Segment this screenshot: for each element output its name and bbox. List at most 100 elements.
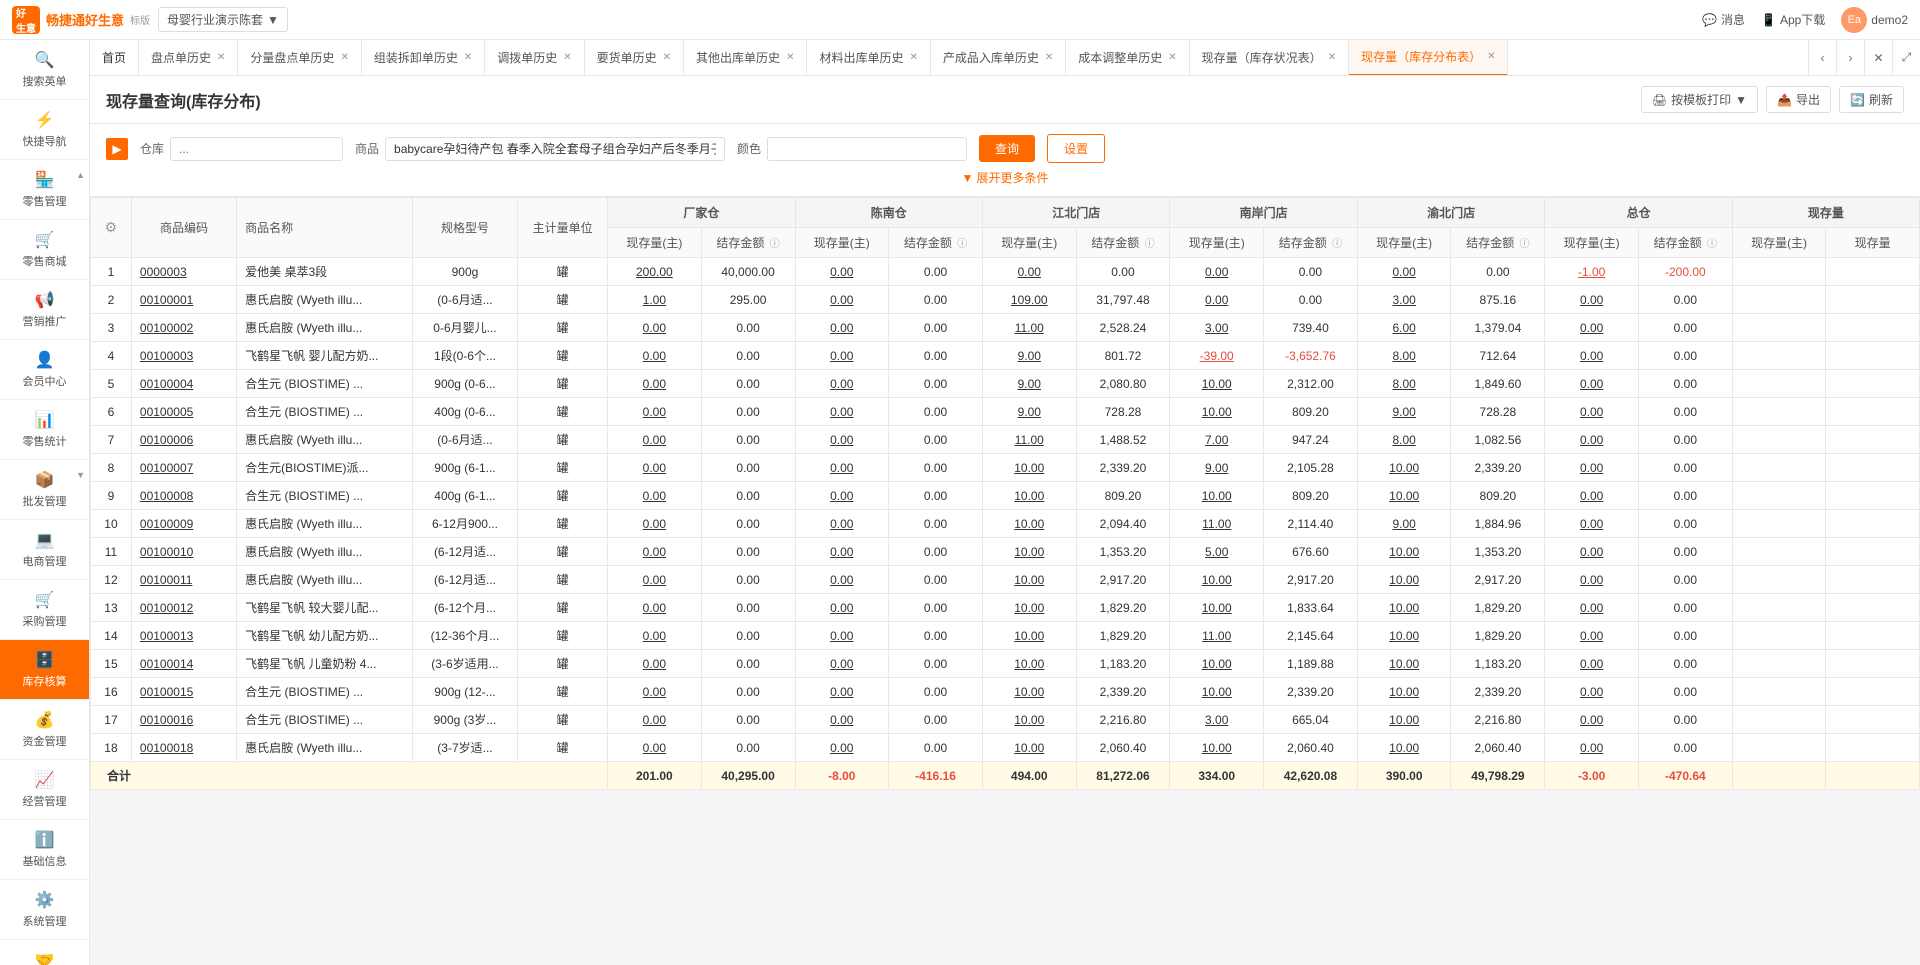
total-cur-link[interactable]: 0.00 — [1580, 657, 1603, 671]
chennan-cur-link[interactable]: 0.00 — [830, 265, 853, 279]
collapse-arrow[interactable]: ▶ — [106, 138, 128, 160]
info-icon-5[interactable]: ⓘ — [1520, 239, 1530, 250]
yuanbei-cur-link[interactable]: 8.00 — [1392, 377, 1415, 391]
product-input[interactable] — [385, 137, 725, 161]
chennan-cur-link[interactable]: 0.00 — [830, 321, 853, 335]
code-link[interactable]: 00100009 — [140, 517, 193, 531]
code-link[interactable]: 0000003 — [140, 265, 187, 279]
jiangbei-cur-link[interactable]: 10.00 — [1014, 657, 1044, 671]
tab-4-close[interactable]: ✕ — [563, 52, 571, 63]
nanyan-cur-link[interactable]: 10.00 — [1202, 741, 1232, 755]
total-cur-link[interactable]: 0.00 — [1580, 433, 1603, 447]
yuanbei-cur-link[interactable]: 10.00 — [1389, 601, 1419, 615]
factory-cur-link[interactable]: 0.00 — [643, 685, 666, 699]
yuanbei-cur-link[interactable]: 10.00 — [1389, 685, 1419, 699]
nanyan-cur-link[interactable]: 5.00 — [1205, 545, 1228, 559]
code-link[interactable]: 00100012 — [140, 601, 193, 615]
jiangbei-cur-link[interactable]: 0.00 — [1018, 265, 1041, 279]
tab-9-close[interactable]: ✕ — [1168, 52, 1176, 63]
code-link[interactable]: 00100014 — [140, 657, 193, 671]
app-download-btn[interactable]: 📱 App下载 — [1761, 11, 1825, 28]
nanyan-cur-link[interactable]: 3.00 — [1205, 713, 1228, 727]
code-link[interactable]: 00100002 — [140, 321, 193, 335]
code-link[interactable]: 00100010 — [140, 545, 193, 559]
code-link[interactable]: 00100007 — [140, 461, 193, 475]
chennan-cur-link[interactable]: 0.00 — [830, 657, 853, 671]
factory-cur-link[interactable]: 0.00 — [643, 517, 666, 531]
nanyan-cur-link[interactable]: 11.00 — [1202, 629, 1231, 643]
jiangbei-cur-link[interactable]: 11.00 — [1015, 433, 1044, 447]
yuanbei-cur-link[interactable]: 10.00 — [1389, 629, 1419, 643]
chennan-cur-link[interactable]: 0.00 — [830, 601, 853, 615]
factory-cur-link[interactable]: 0.00 — [643, 461, 666, 475]
tab-other-out[interactable]: 其他出库单历史 ✕ — [684, 40, 807, 76]
tab-5-close[interactable]: ✕ — [663, 52, 671, 63]
total-cur-link[interactable]: 0.00 — [1580, 349, 1603, 363]
jiangbei-cur-link[interactable]: 10.00 — [1014, 489, 1044, 503]
jiangbei-cur-link[interactable]: 9.00 — [1018, 349, 1041, 363]
total-cur-link[interactable]: 0.00 — [1580, 573, 1603, 587]
sidebar-item-management[interactable]: 📈 经营管理 — [0, 760, 89, 820]
info-icon-3[interactable]: ⓘ — [1145, 239, 1155, 250]
total-cur-link[interactable]: 0.00 — [1580, 685, 1603, 699]
code-link[interactable]: 00100011 — [140, 573, 193, 587]
chennan-cur-link[interactable]: 0.00 — [830, 433, 853, 447]
tab-inventory-check[interactable]: 盘点单历史 ✕ — [139, 40, 238, 76]
settings-btn[interactable]: 设置 — [1047, 134, 1105, 163]
nanyan-cur-link[interactable]: 0.00 — [1205, 265, 1228, 279]
yuanbei-cur-link[interactable]: 3.00 — [1392, 293, 1415, 307]
chennan-cur-link[interactable]: 0.00 — [830, 629, 853, 643]
tab-transfer[interactable]: 调拨单历史 ✕ — [485, 40, 584, 76]
factory-cur-link[interactable]: 0.00 — [643, 629, 666, 643]
factory-cur-link[interactable]: 0.00 — [643, 657, 666, 671]
total-cur-link[interactable]: 0.00 — [1580, 517, 1603, 531]
sidebar-item-ecommerce[interactable]: 💻 电商管理 — [0, 520, 89, 580]
tab-cost-adjust[interactable]: 成本调整单历史 ✕ — [1066, 40, 1189, 76]
chennan-cur-link[interactable]: 0.00 — [830, 741, 853, 755]
jiangbei-cur-link[interactable]: 10.00 — [1014, 601, 1044, 615]
sidebar-item-system[interactable]: ⚙️ 系统管理 — [0, 880, 89, 940]
tab-prev-btn[interactable]: ‹ — [1808, 40, 1836, 76]
yuanbei-cur-link[interactable]: 10.00 — [1389, 741, 1419, 755]
nanyan-cur-link[interactable]: 7.00 — [1205, 433, 1228, 447]
jiangbei-cur-link[interactable]: 109.00 — [1011, 293, 1048, 307]
tab-order[interactable]: 要货单历史 ✕ — [585, 40, 684, 76]
chennan-cur-link[interactable]: 0.00 — [830, 377, 853, 391]
yuanbei-cur-link[interactable]: 0.00 — [1392, 265, 1415, 279]
jiangbei-cur-link[interactable]: 11.00 — [1015, 321, 1044, 335]
factory-cur-link[interactable]: 0.00 — [643, 601, 666, 615]
tab-material-out[interactable]: 材料出库单历史 ✕ — [807, 40, 930, 76]
code-link[interactable]: 00100004 — [140, 377, 193, 391]
sidebar-item-marketing[interactable]: 📢 营销推广 — [0, 280, 89, 340]
code-link[interactable]: 00100005 — [140, 405, 193, 419]
chennan-cur-link[interactable]: 0.00 — [830, 685, 853, 699]
tab-6-close[interactable]: ✕ — [786, 52, 794, 63]
chennan-cur-link[interactable]: 0.00 — [830, 461, 853, 475]
nanyan-cur-link[interactable]: -39.00 — [1200, 349, 1234, 363]
factory-cur-link[interactable]: 0.00 — [643, 489, 666, 503]
total-cur-link[interactable]: 0.00 — [1580, 293, 1603, 307]
tab-expand-btn[interactable]: ⤢ — [1892, 40, 1920, 76]
info-icon-1[interactable]: ⓘ — [770, 239, 780, 250]
chennan-cur-link[interactable]: 0.00 — [830, 573, 853, 587]
tab-inventory-weight[interactable]: 分量盘点单历史 ✕ — [238, 40, 361, 76]
jiangbei-cur-link[interactable]: 10.00 — [1014, 685, 1044, 699]
code-link[interactable]: 00100001 — [140, 293, 193, 307]
factory-cur-link[interactable]: 0.00 — [643, 321, 666, 335]
tab-2-close[interactable]: ✕ — [340, 52, 348, 63]
code-link[interactable]: 00100006 — [140, 433, 193, 447]
nanyan-cur-link[interactable]: 10.00 — [1202, 573, 1232, 587]
sidebar-item-search[interactable]: 🔍 搜索英单 — [0, 40, 89, 100]
code-link[interactable]: 00100003 — [140, 349, 193, 363]
code-link[interactable]: 00100018 — [140, 741, 193, 755]
factory-cur-link[interactable]: 0.00 — [643, 377, 666, 391]
query-btn[interactable]: 查询 — [979, 135, 1035, 162]
nanyan-cur-link[interactable]: 10.00 — [1202, 685, 1232, 699]
chennan-cur-link[interactable]: 0.00 — [830, 349, 853, 363]
tab-close-all-btn[interactable]: ✕ — [1864, 40, 1892, 76]
yuanbei-cur-link[interactable]: 9.00 — [1392, 405, 1415, 419]
sidebar-item-purchase[interactable]: 🛒 采购管理 — [0, 580, 89, 640]
nanyan-cur-link[interactable]: 0.00 — [1205, 293, 1228, 307]
factory-cur-link[interactable]: 0.00 — [643, 405, 666, 419]
nanyan-cur-link[interactable]: 9.00 — [1205, 461, 1228, 475]
